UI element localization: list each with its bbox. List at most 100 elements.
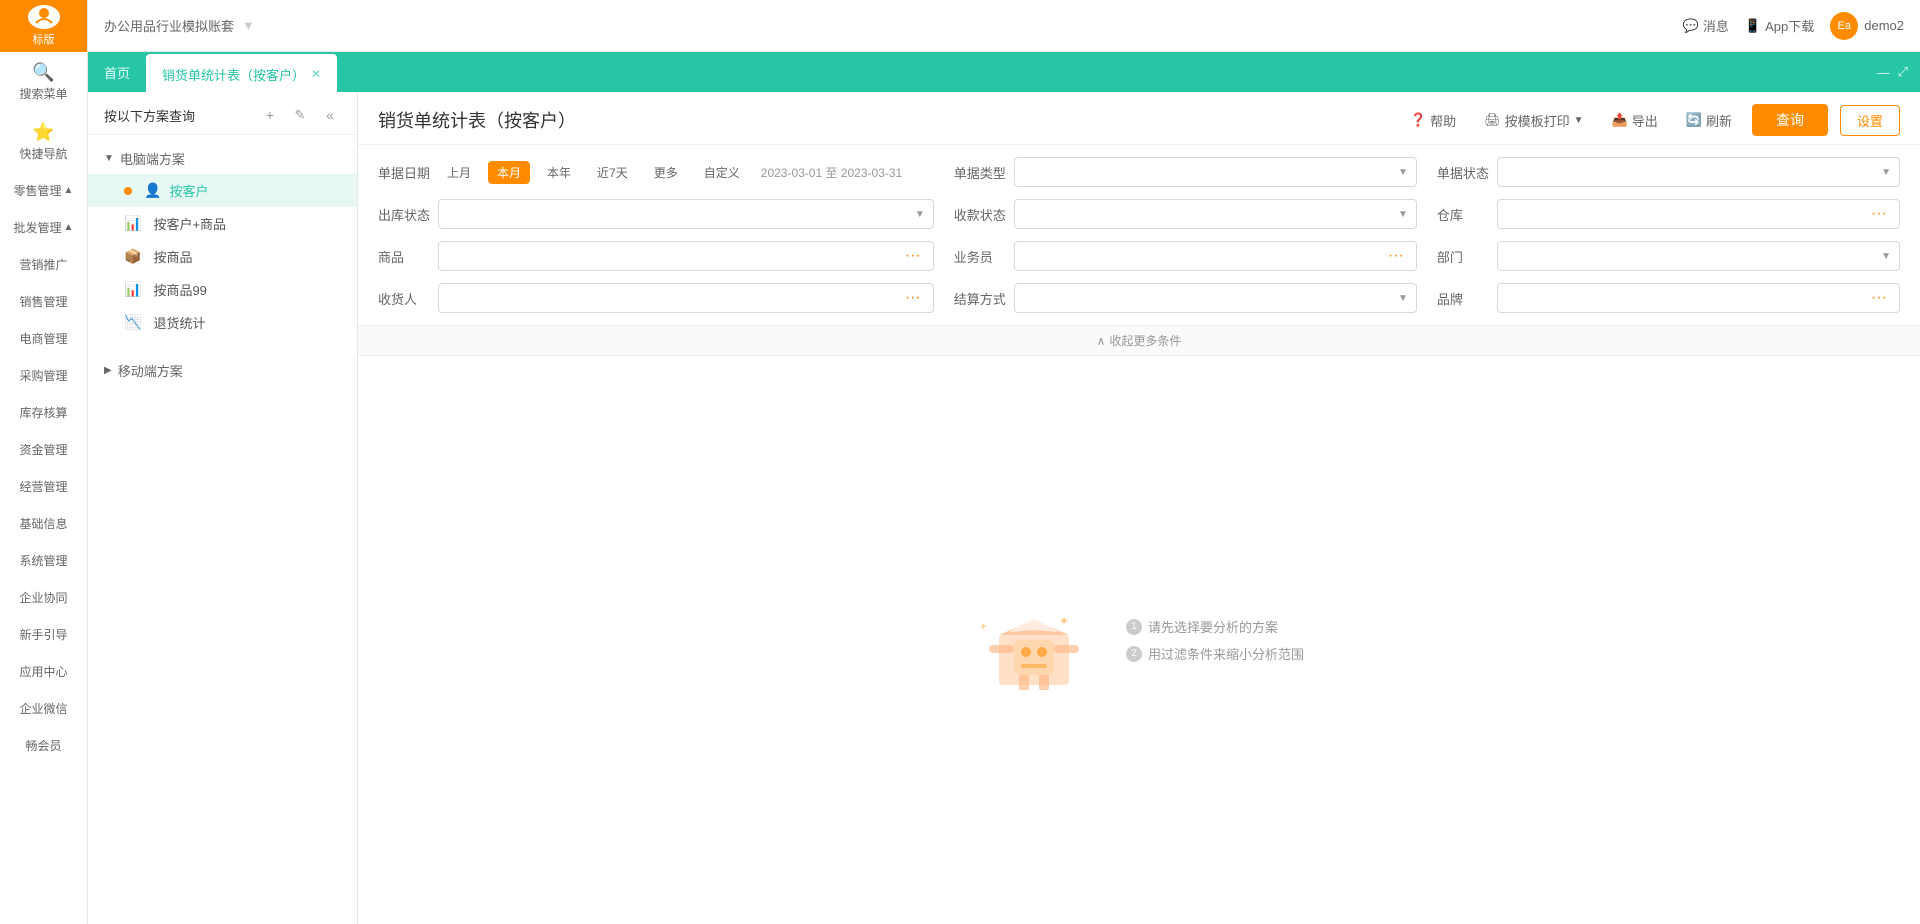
- user-profile-btn[interactable]: Ea demo2: [1830, 12, 1904, 40]
- hint-num-1: 1: [1126, 619, 1142, 635]
- retail-arrow-icon: ▲: [64, 185, 74, 196]
- hint-text-2: 用过滤条件来缩小分析范围: [1148, 644, 1304, 663]
- date-btn-current-month[interactable]: 本月: [488, 161, 530, 184]
- out-status-control: ▼: [438, 199, 934, 229]
- help-icon: ❓: [1410, 112, 1426, 128]
- sidebar-item-system[interactable]: 系统管理: [0, 542, 87, 579]
- payment-method-control: ▼: [1014, 283, 1417, 313]
- left-panel-header: 按以下方案查询 + ✎ «: [88, 92, 357, 135]
- collapse-panel-btn[interactable]: «: [319, 104, 341, 126]
- sidebar-item-inventory[interactable]: 库存核算: [0, 394, 87, 431]
- filter-item-date: 单据日期 上月 本月 本年 近7天 更多 自定义 2023-03-01 至 20…: [378, 161, 934, 184]
- filter-row-3: 商品 ··· 业务员: [378, 241, 1900, 271]
- recipient-more-icon[interactable]: ···: [901, 289, 925, 307]
- sidebar-item-operation[interactable]: 经营管理: [0, 468, 87, 505]
- staff-label: 业务员: [954, 247, 1014, 266]
- filter-item-payment-status: 收款状态 ▼: [954, 199, 1417, 229]
- scheme-item-label: 按商品99: [153, 280, 206, 299]
- add-scheme-btn[interactable]: +: [259, 104, 281, 126]
- out-status-select[interactable]: ▼: [438, 199, 934, 229]
- sidebar-item-wechat[interactable]: 企业微信: [0, 690, 87, 727]
- message-btn[interactable]: 💬 消息: [1683, 16, 1729, 35]
- order-status-dropdown-icon: ▼: [1881, 167, 1891, 178]
- payment-method-select[interactable]: ▼: [1014, 283, 1417, 313]
- scheme-item-by-product-99[interactable]: 📊 按商品99: [88, 273, 357, 306]
- tab-close-icon[interactable]: ✕: [311, 67, 321, 81]
- filter-row-1: 单据日期 上月 本月 本年 近7天 更多 自定义 2023-03-01 至 20…: [378, 157, 1900, 187]
- sidebar: 标版 🔍 搜索菜单 ⭐ 快捷导航 零售管理 ▲ 批发管理 ▲ 营销推广 销售管理…: [0, 0, 88, 924]
- group-label-desktop: 电脑端方案: [120, 149, 185, 168]
- sidebar-item-guide[interactable]: 新手引导: [0, 616, 87, 653]
- tab-bar: 首页 销货单统计表（按客户） ✕ — ⤢: [88, 52, 1920, 92]
- date-btn-custom[interactable]: 自定义: [695, 161, 749, 184]
- recipient-select[interactable]: ···: [438, 283, 934, 313]
- sidebar-item-label: 批发管理: [14, 219, 62, 236]
- sidebar-item-label: 采购管理: [19, 367, 67, 384]
- sidebar-item-ecommerce[interactable]: 电商管理: [0, 320, 87, 357]
- sidebar-item-wholesale[interactable]: 批发管理 ▲: [0, 209, 87, 246]
- order-type-select[interactable]: ▼: [1014, 157, 1417, 187]
- tab-sales-stats[interactable]: 销货单统计表（按客户） ✕: [146, 54, 337, 94]
- scheme-item-return-stats[interactable]: 📉 退货统计: [88, 306, 357, 339]
- collapse-bar[interactable]: ∧ 收起更多条件: [358, 326, 1920, 356]
- wholesale-arrow-icon: ▲: [64, 222, 74, 233]
- filter-item-staff: 业务员 ···: [954, 241, 1417, 271]
- tab-home[interactable]: 首页: [88, 52, 146, 92]
- sidebar-item-appcenter[interactable]: 应用中心: [0, 653, 87, 690]
- sidebar-item-sales[interactable]: 销售管理: [0, 283, 87, 320]
- warehouse-more-icon[interactable]: ···: [1867, 205, 1891, 223]
- group-toggle-icon: ▼: [104, 153, 114, 164]
- scheme-item-by-customer[interactable]: 👤 按客户: [88, 174, 357, 207]
- scheme-group-header-desktop[interactable]: ▼ 电脑端方案: [88, 143, 357, 174]
- edit-scheme-btn[interactable]: ✎: [289, 104, 311, 126]
- scheme-group-header-mobile[interactable]: ▶ 移动端方案: [88, 355, 357, 386]
- data-area: ✦ ✦ 1 请先选择要分析的方案 2 用过滤条件来缩小分析范围: [358, 356, 1920, 924]
- sidebar-item-enterprise[interactable]: 企业协同: [0, 579, 87, 616]
- staff-more-icon[interactable]: ···: [1384, 247, 1408, 265]
- refresh-label: 刷新: [1706, 111, 1732, 130]
- sidebar-item-vip[interactable]: 畅会员: [0, 727, 87, 764]
- dept-select[interactable]: ▼: [1497, 241, 1900, 271]
- print-btn[interactable]: 🖨 按模板打印 ▼: [1476, 107, 1591, 134]
- filter-item-order-type: 单据类型 ▼: [954, 157, 1417, 187]
- sidebar-item-quick-nav[interactable]: ⭐ 快捷导航: [0, 112, 87, 172]
- maximize-icon[interactable]: ⤢: [1898, 64, 1908, 80]
- dept-dropdown-icon: ▼: [1881, 251, 1891, 262]
- app-download-btn[interactable]: 📱 App下载: [1745, 16, 1814, 35]
- brand-more-icon[interactable]: ···: [1867, 289, 1891, 307]
- staff-select[interactable]: ···: [1014, 241, 1417, 271]
- scheme-item-label: 按客户+商品: [153, 214, 226, 233]
- out-status-label: 出库状态: [378, 205, 438, 224]
- minimize-icon[interactable]: —: [1877, 65, 1890, 80]
- export-btn[interactable]: 📤 导出: [1604, 107, 1666, 134]
- sidebar-item-marketing[interactable]: 营销推广: [0, 246, 87, 283]
- product-more-icon[interactable]: ···: [901, 247, 925, 265]
- hint-text-1: 请先选择要分析的方案: [1148, 617, 1278, 636]
- hint-1: 1 请先选择要分析的方案: [1126, 617, 1278, 636]
- product-select[interactable]: ···: [438, 241, 934, 271]
- payment-status-control: ▼: [1014, 199, 1417, 229]
- sidebar-item-basic[interactable]: 基础信息: [0, 505, 87, 542]
- payment-status-select[interactable]: ▼: [1014, 199, 1417, 229]
- query-button[interactable]: 查询: [1752, 104, 1828, 136]
- sidebar-item-finance[interactable]: 资金管理: [0, 431, 87, 468]
- sidebar-item-label: 应用中心: [19, 663, 67, 680]
- settings-button[interactable]: 设置: [1840, 105, 1900, 136]
- date-btn-year[interactable]: 本年: [538, 161, 580, 184]
- scheme-item-by-product[interactable]: 📦 按商品: [88, 240, 357, 273]
- order-status-select[interactable]: ▼: [1497, 157, 1900, 187]
- sidebar-item-retail[interactable]: 零售管理 ▲: [0, 172, 87, 209]
- sidebar-item-purchase[interactable]: 采购管理: [0, 357, 87, 394]
- help-btn[interactable]: ❓ 帮助: [1402, 107, 1464, 134]
- brand-select[interactable]: ···: [1497, 283, 1900, 313]
- sidebar-item-search-menu[interactable]: 🔍 搜索菜单: [0, 52, 87, 112]
- sidebar-item-label: 快捷导航: [19, 145, 67, 162]
- refresh-btn[interactable]: 🔄 刷新: [1678, 107, 1740, 134]
- date-btn-more[interactable]: 更多: [645, 161, 687, 184]
- active-dot: [124, 187, 132, 195]
- warehouse-select[interactable]: ···: [1497, 199, 1900, 229]
- date-btn-7days[interactable]: 近7天: [588, 161, 637, 184]
- hint-2: 2 用过滤条件来缩小分析范围: [1126, 644, 1304, 663]
- scheme-item-by-customer-product[interactable]: 📊 按客户+商品: [88, 207, 357, 240]
- date-btn-prev-month[interactable]: 上月: [438, 161, 480, 184]
